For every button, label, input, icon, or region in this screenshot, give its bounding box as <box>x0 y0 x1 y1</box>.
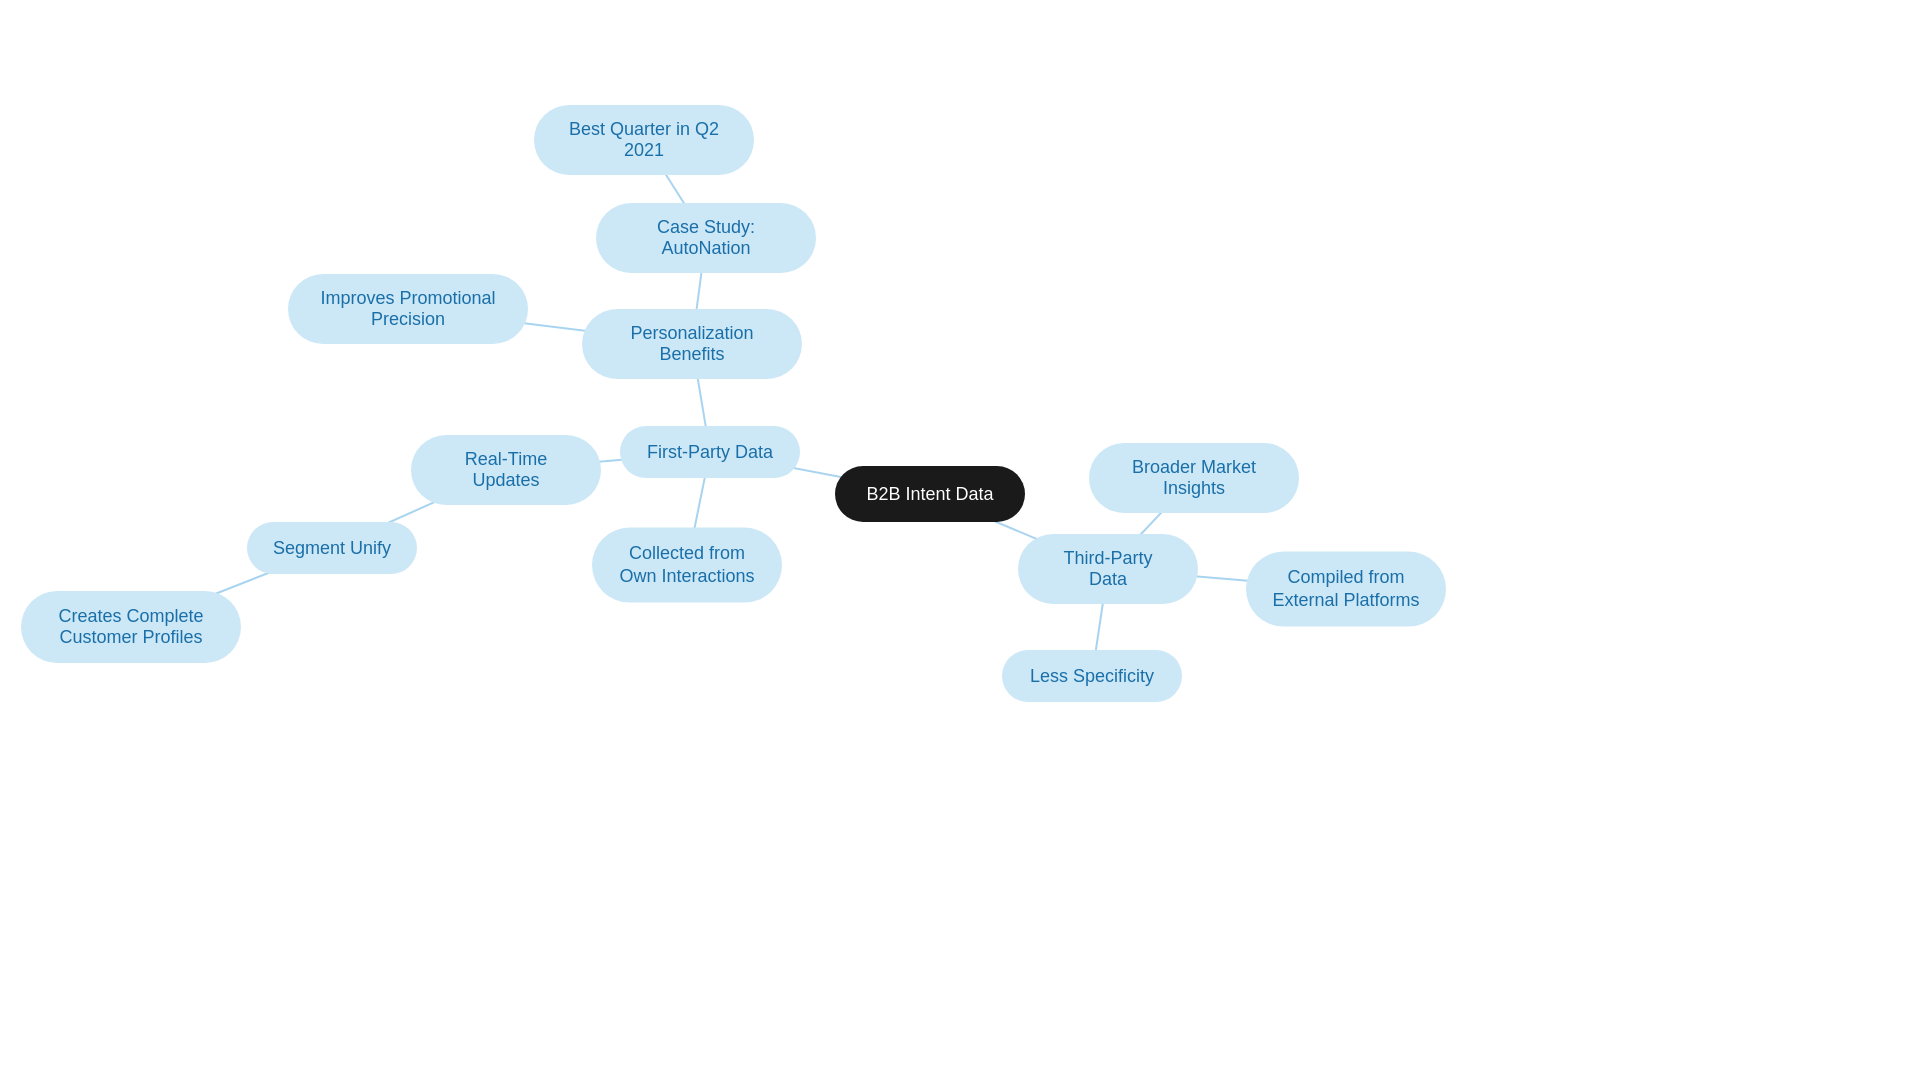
node-best_quarter[interactable]: Best Quarter in Q2 2021 <box>534 105 754 175</box>
node-less_spec[interactable]: Less Specificity <box>1002 650 1182 702</box>
node-personalization[interactable]: Personalization Benefits <box>582 309 802 379</box>
node-creates[interactable]: Creates Complete Customer Profiles <box>21 591 241 663</box>
node-compiled[interactable]: Compiled from External Platforms <box>1246 552 1446 627</box>
node-improves[interactable]: Improves Promotional Precision <box>288 274 528 344</box>
node-first_party[interactable]: First-Party Data <box>620 426 800 478</box>
node-segment[interactable]: Segment Unify <box>247 522 417 574</box>
node-third_party[interactable]: Third-Party Data <box>1018 534 1198 604</box>
node-collected[interactable]: Collected from Own Interactions <box>592 528 782 603</box>
mind-map: B2B Intent Data First-Party Data Third-Par… <box>0 0 1920 1083</box>
node-case_study[interactable]: Case Study: AutoNation <box>596 203 816 273</box>
node-b2b_intent[interactable]: B2B Intent Data <box>835 466 1025 522</box>
node-broader[interactable]: Broader Market Insights <box>1089 443 1299 513</box>
node-real_time[interactable]: Real-Time Updates <box>411 435 601 505</box>
